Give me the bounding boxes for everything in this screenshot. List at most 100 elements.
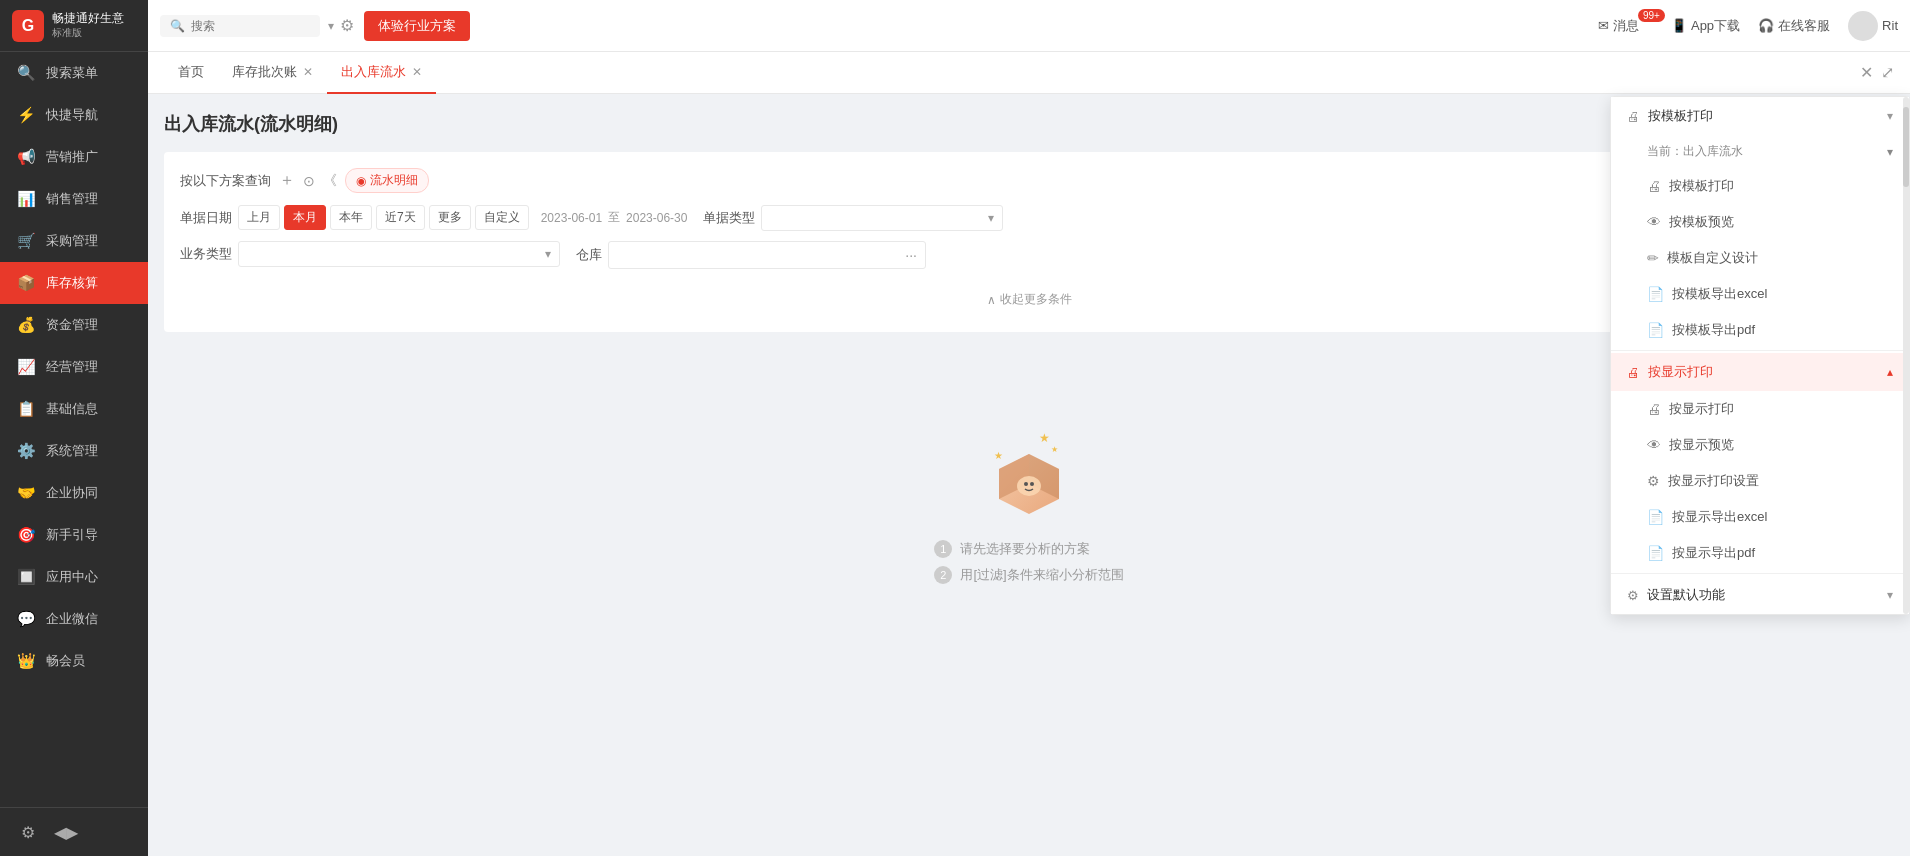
date-btn-7days[interactable]: 近7天: [376, 205, 425, 230]
tabs-bar: 首页 库存批次账 ✕ 出入库流水 ✕ ✕ ⤢: [148, 52, 1910, 94]
display-print-settings-item[interactable]: ⚙ 按显示打印设置: [1611, 463, 1909, 499]
default-func-arrow: ▾: [1887, 588, 1893, 602]
sidebar-item-purchase[interactable]: 🛒 采购管理: [0, 220, 148, 262]
template-export-excel-icon: 📄: [1647, 286, 1664, 302]
sidebar-item-appcenter[interactable]: 🔲 应用中心: [0, 556, 148, 598]
date-btn-more[interactable]: 更多: [429, 205, 471, 230]
app-logo-icon: G: [12, 10, 44, 42]
topbar-gear-icon[interactable]: ⚙: [340, 16, 354, 35]
template-export-pdf-item[interactable]: 📄 按模板导出pdf: [1611, 312, 1909, 348]
filter-active-tag[interactable]: ◉ 流水明细: [345, 168, 429, 193]
date-btn-this-month[interactable]: 本月: [284, 205, 326, 230]
sidebar-item-marketing[interactable]: 📢 营销推广: [0, 136, 148, 178]
app-name-block: 畅捷通好生意 标准版: [52, 11, 124, 41]
date-range-separator: 至: [608, 209, 620, 226]
dropdown-scroll-indicator: [1903, 97, 1909, 614]
sidebar-item-inventory[interactable]: 📦 库存核算: [0, 262, 148, 304]
display-export-pdf-label: 按显示导出pdf: [1672, 544, 1755, 562]
headset-icon: 🎧: [1758, 18, 1774, 33]
sidebar-item-sales[interactable]: 📊 销售管理: [0, 178, 148, 220]
user-name: Rit: [1882, 18, 1898, 33]
filter-collapse-icon[interactable]: 《: [323, 172, 337, 190]
date-label: 单据日期: [180, 209, 232, 227]
sidebar-collapse-icon[interactable]: ◀▶: [54, 820, 78, 844]
chevron-up-icon: ∧: [987, 293, 996, 307]
topbar-customer-service[interactable]: 🎧 在线客服: [1758, 17, 1830, 35]
tab-home[interactable]: 首页: [164, 52, 218, 94]
topbar-search-input[interactable]: [191, 19, 301, 33]
topbar-right: ✉ 消息 99+ 📱 App下载 🎧 在线客服 Rit: [1598, 11, 1898, 41]
display-export-excel-label: 按显示导出excel: [1672, 508, 1767, 526]
svg-text:★: ★: [1039, 431, 1050, 445]
template-export-excel-item[interactable]: 📄 按模板导出excel: [1611, 276, 1909, 312]
tab-batch[interactable]: 库存批次账 ✕: [218, 52, 327, 94]
sidebar-item-collab[interactable]: 🤝 企业协同: [0, 472, 148, 514]
template-print-section-icon: 🖨: [1627, 109, 1640, 124]
current-label-text: 当前：出入库流水: [1647, 143, 1743, 160]
step1-number: 1: [934, 540, 952, 558]
display-export-excel-item[interactable]: 📄 按显示导出excel: [1611, 499, 1909, 535]
sidebar-settings-icon[interactable]: ⚙: [16, 820, 40, 844]
display-print-settings-icon: ⚙: [1647, 473, 1660, 489]
sidebar-item-guide[interactable]: 🎯 新手引导: [0, 514, 148, 556]
bill-type-select[interactable]: ▾: [761, 205, 1003, 231]
sidebar-item-purchase-label: 采购管理: [46, 232, 98, 250]
display-export-pdf-item[interactable]: 📄 按显示导出pdf: [1611, 535, 1909, 571]
tab-batch-close[interactable]: ✕: [303, 65, 313, 79]
date-btn-custom[interactable]: 自定义: [475, 205, 529, 230]
svg-text:★: ★: [1051, 445, 1058, 454]
messages-badge: 99+: [1638, 9, 1665, 22]
template-preview-item[interactable]: 👁 按模板预览: [1611, 204, 1909, 240]
sidebar-item-appcenter-label: 应用中心: [46, 568, 98, 586]
template-preview-label: 按模板预览: [1669, 213, 1734, 231]
display-export-excel-icon: 📄: [1647, 509, 1664, 525]
step2-number: 2: [934, 566, 952, 584]
template-custom-item[interactable]: ✏ 模板自定义设计: [1611, 240, 1909, 276]
business-type-select[interactable]: ▾: [238, 241, 560, 267]
sidebar: G 畅捷通好生意 标准版 🔍 搜索菜单 ⚡ 快捷导航 📢 营销推广 📊 销售管理…: [0, 0, 148, 856]
template-preview-icon: 👁: [1647, 214, 1661, 230]
tab-batch-label: 库存批次账: [232, 63, 297, 81]
sidebar-item-vip[interactable]: 👑 畅会员: [0, 640, 148, 682]
tab-close-all-button[interactable]: ✕: [1860, 63, 1873, 82]
tab-expand-button[interactable]: ⤢: [1881, 63, 1894, 82]
filter-section-label: 按以下方案查询: [180, 172, 271, 190]
topbar-search-box[interactable]: 🔍: [160, 15, 320, 37]
sidebar-item-shortcut[interactable]: ⚡ 快捷导航: [0, 94, 148, 136]
warehouse-filter-group: 仓库 ···: [576, 241, 926, 269]
warehouse-label: 仓库: [576, 246, 602, 264]
topbar-messages[interactable]: ✉ 消息 99+: [1598, 17, 1653, 35]
topbar-user[interactable]: Rit: [1848, 11, 1898, 41]
sidebar-item-finance[interactable]: 💰 资金管理: [0, 304, 148, 346]
topbar-search-icon: 🔍: [170, 19, 185, 33]
warehouse-select[interactable]: ···: [608, 241, 926, 269]
template-print-item[interactable]: 🖨 按模板打印: [1611, 168, 1909, 204]
date-btn-this-year[interactable]: 本年: [330, 205, 372, 230]
display-print-item[interactable]: 🖨 按显示打印: [1611, 391, 1909, 427]
template-print-section-header[interactable]: 🖨 按模板打印 ▾: [1611, 97, 1909, 135]
filter-add-icon[interactable]: ＋: [279, 170, 295, 191]
basic-icon: 📋: [16, 399, 36, 419]
empty-step-2: 2 用[过滤]条件来缩小分析范围: [934, 566, 1123, 584]
template-print-section-label: 按模板打印: [1648, 107, 1713, 125]
sidebar-item-wechat[interactable]: 💬 企业微信: [0, 598, 148, 640]
warehouse-more-icon[interactable]: ···: [905, 247, 917, 263]
topbar-app-download[interactable]: 📱 App下载: [1671, 17, 1740, 35]
template-print-arrow: ▾: [1887, 109, 1893, 123]
date-filter-group: 单据日期 上月 本月 本年 近7天 更多 自定义 2023-06-01 至 20…: [180, 205, 687, 230]
default-func-section-header[interactable]: ⚙ 设置默认功能 ▾: [1611, 576, 1909, 614]
date-btn-last-month[interactable]: 上月: [238, 205, 280, 230]
topbar-search-dropdown-icon[interactable]: ▾: [328, 19, 334, 33]
current-template-label: 当前：出入库流水 ▾: [1611, 135, 1909, 168]
sidebar-item-search[interactable]: 🔍 搜索菜单: [0, 52, 148, 94]
sidebar-item-basic[interactable]: 📋 基础信息: [0, 388, 148, 430]
display-preview-item[interactable]: 👁 按显示预览: [1611, 427, 1909, 463]
tab-flow[interactable]: 出入库流水 ✕: [327, 52, 436, 94]
sidebar-item-operations[interactable]: 📈 经营管理: [0, 346, 148, 388]
explore-industry-button[interactable]: 体验行业方案: [364, 11, 470, 41]
tab-flow-close[interactable]: ✕: [412, 65, 422, 79]
svg-point-4: [1024, 482, 1028, 486]
sidebar-item-system[interactable]: ⚙️ 系统管理: [0, 430, 148, 472]
display-print-section-header[interactable]: 🖨 按显示打印 ▴: [1611, 353, 1909, 391]
filter-settings-icon[interactable]: ⊙: [303, 173, 315, 189]
